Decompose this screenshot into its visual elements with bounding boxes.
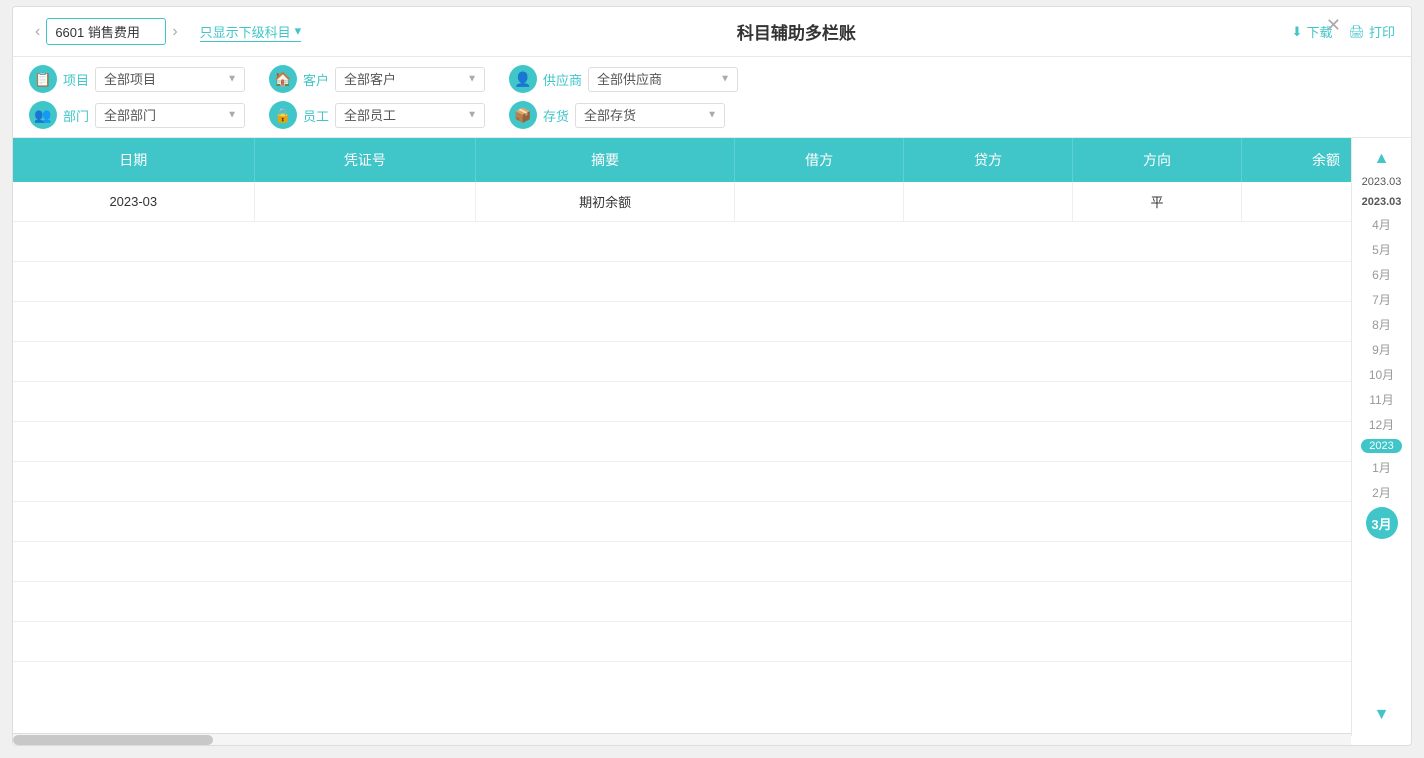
employee-label: 员工 [303,106,329,125]
sidebar-item-3-active[interactable]: 3月 [1366,507,1398,539]
next-account-button[interactable]: › [166,21,183,43]
project-select[interactable]: 全部项目 [95,67,245,92]
sidebar-item-5[interactable]: 5月 [1352,237,1411,262]
table-row-empty [13,462,1411,502]
cell-date: 2023-03 [13,182,254,222]
sidebar-item-10[interactable]: 10月 [1352,362,1411,387]
cell-direction: 平 [1073,182,1242,222]
col-date: 日期 [13,138,254,182]
col-direction: 方向 [1073,138,1242,182]
supplier-filter: 👤 供应商 全部供应商 [509,65,738,93]
sidebar-item-8[interactable]: 8月 [1352,312,1411,337]
department-select-wrapper: 全部部门 [95,103,245,128]
show-sub-accounts-button[interactable]: 只显示下级科目 ▾ [200,22,302,42]
table-row-empty [13,262,1411,302]
col-credit: 贷方 [904,138,1073,182]
table-row: 2023-03 期初余额 平 [13,182,1411,222]
prev-account-button[interactable]: ‹ [29,21,46,43]
col-summary: 摘要 [476,138,735,182]
supplier-select[interactable]: 全部供应商 [588,67,738,92]
table-row-empty [13,422,1411,462]
sidebar-item-2023-03-top[interactable]: 2023.03 [1352,172,1411,192]
customer-select-wrapper: 全部客户 [335,67,485,92]
print-label: 打印 [1369,22,1395,41]
sidebar-item-7[interactable]: 7月 [1352,287,1411,312]
close-button[interactable]: ✕ [1326,15,1341,36]
page-title: 科目辅助多栏账 [301,19,1291,44]
table-row-empty [13,302,1411,342]
table-row-empty [13,582,1411,622]
sidebar-up-arrow[interactable]: ▲ [1370,146,1394,172]
department-label: 部门 [63,106,89,125]
project-select-wrapper: 全部项目 [95,67,245,92]
department-filter: 👥 部门 全部部门 [29,101,245,129]
customer-icon: 🏠 [269,65,297,93]
employee-select-wrapper: 全部员工 [335,103,485,128]
table-row-empty [13,542,1411,582]
col-voucher: 凭证号 [254,138,476,182]
project-filter: 📋 项目 全部项目 [29,65,245,93]
inventory-label: 存货 [543,106,569,125]
print-button[interactable]: 🖨 打印 [1348,22,1395,41]
filter-bar: 📋 项目 全部项目 🏠 客户 全部客户 [13,57,1411,138]
horizontal-scrollbar[interactable] [13,733,1351,745]
top-bar: ‹ 6601 销售费用 › 只显示下级科目 ▾ 科目辅助多栏账 ⬇ 下载 🖨 打… [13,7,1411,57]
project-label: 项目 [63,70,89,89]
inventory-select[interactable]: 全部存货 [575,103,725,128]
download-icon: ⬇ [1292,24,1303,40]
department-select[interactable]: 全部部门 [95,103,245,128]
inventory-filter: 📦 存货 全部存货 [509,101,725,129]
department-icon: 👥 [29,101,57,129]
employee-select[interactable]: 全部员工 [335,103,485,128]
inventory-select-wrapper: 全部存货 [575,103,725,128]
year-badge-2023[interactable]: 2023 [1361,439,1401,453]
employee-icon: 🔒 [269,101,297,129]
sidebar-item-9[interactable]: 9月 [1352,337,1411,362]
active-month-wrapper: 3月 [1352,505,1411,541]
table-row-empty [13,222,1411,262]
table-header-row: 日期 凭证号 摘要 借方 贷方 方向 余额 [13,138,1411,182]
customer-select[interactable]: 全部客户 [335,67,485,92]
sidebar-item-2023-03[interactable]: 2023.03 [1352,192,1411,212]
year-badge-wrapper: 2023 [1352,437,1411,455]
table-row-empty [13,382,1411,422]
customer-filter: 🏠 客户 全部客户 [269,65,485,93]
ledger-table: 日期 凭证号 摘要 借方 贷方 方向 余额 2023-03 期初余额 [13,138,1411,662]
supplier-select-wrapper: 全部供应商 [588,67,738,92]
cell-debit [735,182,904,222]
cell-voucher [254,182,476,222]
supplier-icon: 👤 [509,65,537,93]
show-sub-label: 只显示下级科目 [200,22,291,41]
sidebar-item-2[interactable]: 2月 [1352,480,1411,505]
cell-credit [904,182,1073,222]
inventory-icon: 📦 [509,101,537,129]
right-sidebar: ▲ 2023.03 2023.03 4月 5月 6月 7月 8月 9月 10月 … [1351,138,1411,736]
print-icon: 🖨 [1348,24,1365,40]
table-row-empty [13,622,1411,662]
sidebar-down-arrow[interactable]: ▼ [1370,702,1394,728]
project-icon: 📋 [29,65,57,93]
table-area[interactable]: 日期 凭证号 摘要 借方 贷方 方向 余额 2023-03 期初余额 [13,138,1411,736]
sidebar-item-1[interactable]: 1月 [1352,455,1411,480]
action-buttons: ⬇ 下载 🖨 打印 [1292,22,1395,41]
table-row-empty [13,342,1411,382]
table-row-empty [13,502,1411,542]
sidebar-item-6[interactable]: 6月 [1352,262,1411,287]
sidebar-item-4[interactable]: 4月 [1352,212,1411,237]
filter-row-1: 📋 项目 全部项目 🏠 客户 全部客户 [29,65,1395,93]
employee-filter: 🔒 员工 全部员工 [269,101,485,129]
filter-row-2: 👥 部门 全部部门 🔒 员工 全部员工 [29,101,1395,129]
scrollbar-thumb[interactable] [13,735,213,745]
supplier-label: 供应商 [543,70,582,89]
account-code: 6601 销售费用 [46,18,166,45]
content-wrapper: 日期 凭证号 摘要 借方 贷方 方向 余额 2023-03 期初余额 [13,138,1411,736]
customer-label: 客户 [303,70,329,89]
sidebar-item-11[interactable]: 11月 [1352,387,1411,412]
sidebar-item-12[interactable]: 12月 [1352,412,1411,437]
col-debit: 借方 [735,138,904,182]
cell-summary: 期初余额 [476,182,735,222]
main-window: ✕ ‹ 6601 销售费用 › 只显示下级科目 ▾ 科目辅助多栏账 ⬇ 下载 🖨… [12,6,1412,746]
